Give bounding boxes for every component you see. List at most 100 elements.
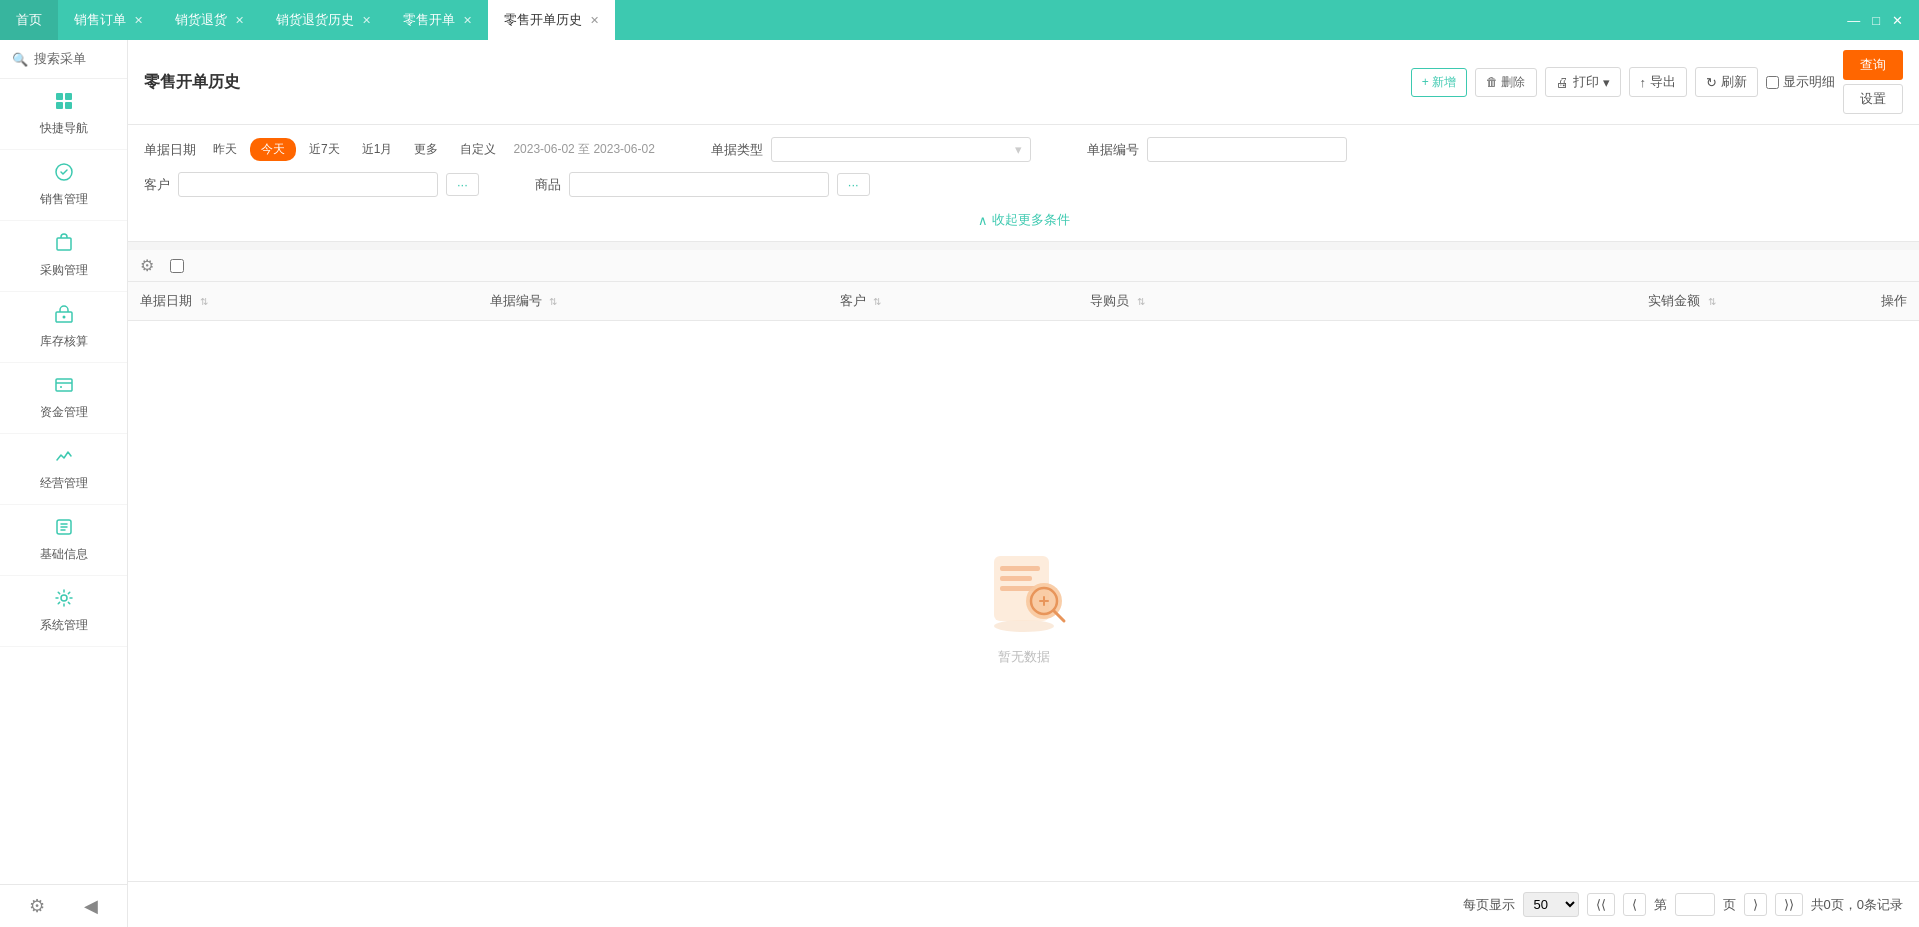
window-maximize[interactable]: □ <box>1872 13 1880 28</box>
col-salesperson-sort-icon[interactable]: ⇅ <box>1137 296 1145 307</box>
prev-page-btn[interactable]: ⟨ <box>1623 893 1646 916</box>
date-btn-custom[interactable]: 自定义 <box>451 138 505 161</box>
date-btn-last7[interactable]: 近7天 <box>300 138 349 161</box>
tab-retail-open-history-close[interactable]: ✕ <box>590 14 599 27</box>
tab-sales-return-history-label: 销货退货历史 <box>276 11 354 29</box>
order-no-input[interactable] <box>1147 137 1347 162</box>
date-btn-last-month[interactable]: 近1月 <box>353 138 402 161</box>
main-layout: 🔍 搜索采单 快捷导航 销售管理 采购管理 库存核算 <box>0 40 1919 927</box>
purchase-icon <box>54 233 74 258</box>
date-btn-today[interactable]: 今天 <box>250 138 296 161</box>
product-input[interactable] <box>569 172 829 197</box>
page-number-input[interactable]: 1 <box>1675 893 1715 916</box>
tab-sales-order-label: 销售订单 <box>74 11 126 29</box>
sidebar-item-base-info[interactable]: 基础信息 <box>0 505 127 576</box>
next-page-btn[interactable]: ⟩ <box>1744 893 1767 916</box>
date-btn-yesterday[interactable]: 昨天 <box>204 138 246 161</box>
export-icon: ↑ <box>1640 75 1647 90</box>
per-page-select[interactable]: 50 100 200 <box>1523 892 1579 917</box>
svg-rect-2 <box>56 102 63 109</box>
sidebar-item-purchase-mgmt[interactable]: 采购管理 <box>0 221 127 292</box>
sidebar-item-inventory[interactable]: 库存核算 <box>0 292 127 363</box>
tab-retail-open[interactable]: 零售开单 ✕ <box>387 0 488 40</box>
order-type-select[interactable]: ▾ <box>771 137 1031 162</box>
table-settings-icon[interactable]: ⚙ <box>140 256 154 275</box>
first-page-btn[interactable]: ⟨⟨ <box>1587 893 1615 916</box>
col-date[interactable]: 单据日期 ⇅ <box>128 282 478 321</box>
tab-sales-return-history[interactable]: 销货退货历史 ✕ <box>260 0 387 40</box>
col-amount-sort-icon[interactable]: ⇅ <box>1708 296 1716 307</box>
add-button[interactable]: + 新增 <box>1411 68 1467 97</box>
top-navigation: 首页 销售订单 ✕ 销货退货 ✕ 销货退货历史 ✕ 零售开单 ✕ 零售开单历史 … <box>0 0 1919 40</box>
col-customer-sort-icon[interactable]: ⇅ <box>873 296 881 307</box>
filter-order-no: 单据编号 <box>1087 137 1347 162</box>
sidebar-item-operations[interactable]: 经营管理 <box>0 434 127 505</box>
sidebar-item-sales-mgmt[interactable]: 销售管理 <box>0 150 127 221</box>
last-page-btn[interactable]: ⟩⟩ <box>1775 893 1803 916</box>
order-type-label: 单据类型 <box>711 141 763 159</box>
sidebar-item-finance[interactable]: 资金管理 <box>0 363 127 434</box>
delete-button[interactable]: 🗑 删除 <box>1475 68 1536 97</box>
svg-rect-8 <box>56 379 72 391</box>
page-header: 零售开单历史 + 新增 🗑 删除 🖨 打印 ▾ ↑ 导出 ↻ 刷新 <box>128 40 1919 125</box>
settings-button[interactable]: 设置 <box>1843 84 1903 114</box>
sidebar-item-base-info-label: 基础信息 <box>40 546 88 563</box>
sidebar-item-sales-label: 销售管理 <box>40 191 88 208</box>
print-label: 打印 <box>1573 73 1599 91</box>
table-toolbar: ⚙ <box>128 250 1919 282</box>
customer-picker-btn[interactable]: ··· <box>446 173 479 196</box>
refresh-button[interactable]: ↻ 刷新 <box>1695 67 1758 97</box>
sidebar-search[interactable]: 🔍 搜索采单 <box>0 40 127 79</box>
empty-text: 暂无数据 <box>998 648 1050 666</box>
tab-home[interactable]: 首页 <box>0 0 58 40</box>
customer-input[interactable] <box>178 172 438 197</box>
sidebar-item-quick-nav[interactable]: 快捷导航 <box>0 79 127 150</box>
tab-retail-open-history-label: 零售开单历史 <box>504 11 582 29</box>
table-header-row: 单据日期 ⇅ 单据编号 ⇅ 客户 ⇅ 导购员 ⇅ <box>128 282 1919 321</box>
query-button[interactable]: 查询 <box>1843 50 1903 80</box>
select-all-checkbox[interactable] <box>170 259 184 273</box>
col-date-sort-icon[interactable]: ⇅ <box>200 296 208 307</box>
sidebar-item-system[interactable]: 系统管理 <box>0 576 127 647</box>
tab-retail-open-close[interactable]: ✕ <box>463 14 472 27</box>
window-close[interactable]: ✕ <box>1892 13 1903 28</box>
col-no[interactable]: 单据编号 ⇅ <box>478 282 828 321</box>
date-btn-more[interactable]: 更多 <box>405 138 447 161</box>
sidebar-item-operations-label: 经营管理 <box>40 475 88 492</box>
svg-rect-14 <box>1000 566 1040 571</box>
toolbar: + 新增 🗑 删除 🖨 打印 ▾ ↑ 导出 ↻ 刷新 显示明细 <box>1411 50 1903 114</box>
tab-sales-return[interactable]: 销货退货 ✕ <box>159 0 260 40</box>
display-detail-checkbox[interactable] <box>1766 76 1779 89</box>
col-no-sort-icon[interactable]: ⇅ <box>549 296 557 307</box>
sidebar-collapse-icon[interactable]: ◀ <box>84 895 98 917</box>
print-icon: 🖨 <box>1556 75 1569 90</box>
col-salesperson[interactable]: 导购员 ⇅ <box>1078 282 1378 321</box>
col-customer[interactable]: 客户 ⇅ <box>828 282 1079 321</box>
tab-sales-return-history-close[interactable]: ✕ <box>362 14 371 27</box>
export-label: 导出 <box>1650 73 1676 91</box>
print-button[interactable]: 🖨 打印 ▾ <box>1545 67 1621 97</box>
product-picker-btn[interactable]: ··· <box>837 173 870 196</box>
export-button[interactable]: ↑ 导出 <box>1629 67 1688 97</box>
content-area: 零售开单历史 + 新增 🗑 删除 🖨 打印 ▾ ↑ 导出 ↻ 刷新 <box>128 40 1919 927</box>
tab-sales-order[interactable]: 销售订单 ✕ <box>58 0 159 40</box>
product-label: 商品 <box>535 176 561 194</box>
collapse-filter-btn[interactable]: ∧ 收起更多条件 <box>144 207 1903 233</box>
svg-rect-0 <box>56 93 63 100</box>
svg-point-9 <box>60 386 62 388</box>
tab-sales-return-close[interactable]: ✕ <box>235 14 244 27</box>
total-records: 共0页，0条记录 <box>1811 896 1903 914</box>
settings-gear-icon[interactable]: ⚙ <box>29 895 45 917</box>
tab-retail-open-history[interactable]: 零售开单历史 ✕ <box>488 0 615 40</box>
window-actions: — □ ✕ <box>1847 13 1919 28</box>
tab-sales-order-close[interactable]: ✕ <box>134 14 143 27</box>
display-detail-toggle[interactable]: 显示明细 <box>1766 73 1835 91</box>
col-date-label: 单据日期 <box>140 293 192 308</box>
sidebar-item-quick-nav-label: 快捷导航 <box>40 120 88 137</box>
col-amount[interactable]: 实销金额 ⇅ <box>1378 282 1728 321</box>
filter-customer: 客户 ··· <box>144 172 479 197</box>
window-minimize[interactable]: — <box>1847 13 1860 28</box>
svg-point-7 <box>62 316 65 319</box>
display-detail-label: 显示明细 <box>1783 73 1835 91</box>
svg-point-12 <box>994 620 1054 632</box>
